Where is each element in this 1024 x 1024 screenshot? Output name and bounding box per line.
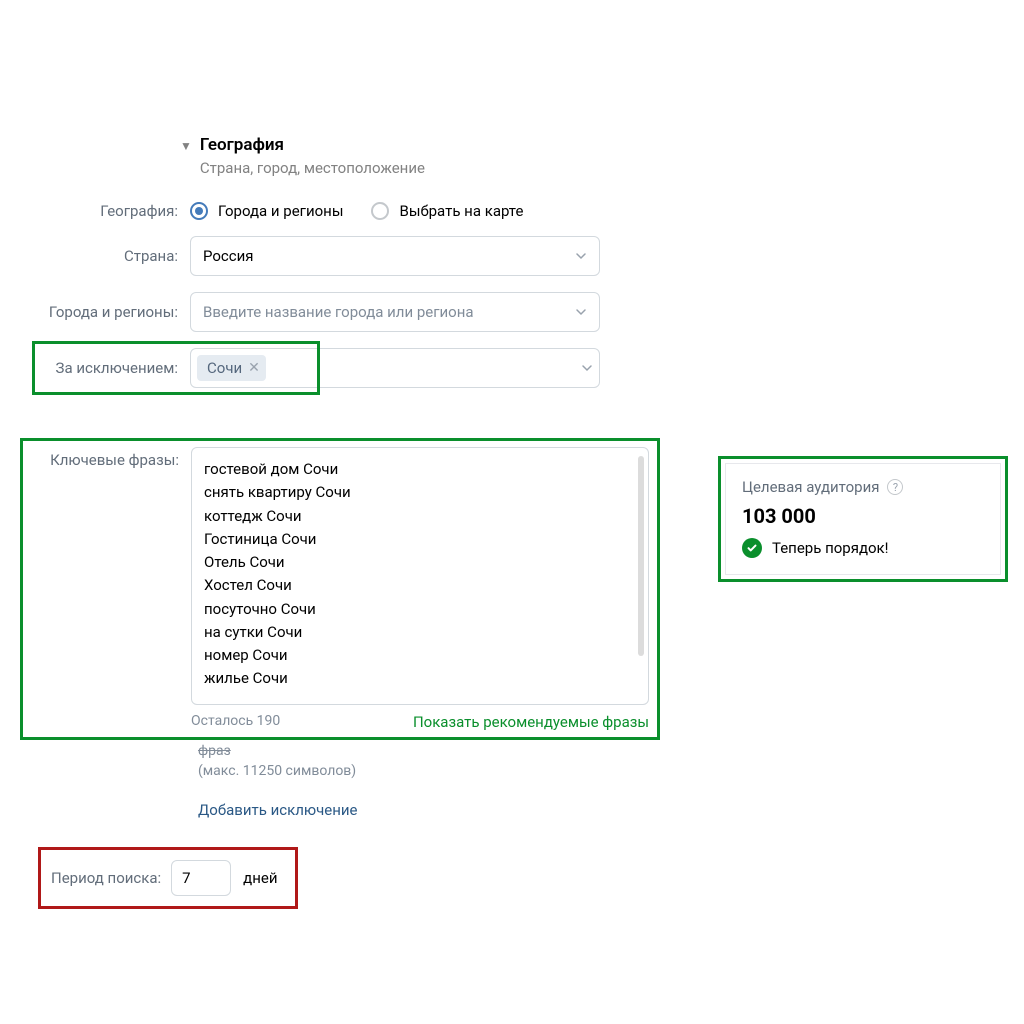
country-value: Россия [203,247,254,265]
help-icon[interactable]: ? [887,479,903,495]
label-except: За исключением: [20,359,190,377]
keyword-line: жилье Сочи [204,667,636,690]
exclude-tag[interactable]: Сочи ✕ [197,355,266,381]
period-row: Период поиска: 7 дней [38,847,298,909]
country-select[interactable]: Россия [190,236,600,276]
audience-count: 103 000 [742,504,984,528]
keyword-line: коттедж Сочи [204,505,636,528]
keyword-line: гостевой дом Сочи [204,458,636,481]
keywords-struck: фраз [198,743,231,759]
keyword-line: Хостел Сочи [204,574,636,597]
chevron-down-icon [581,362,593,374]
audience-panel: Целевая аудитория ? 103 000 Теперь поряд… [718,456,1008,582]
label-country: Страна: [20,247,190,265]
radio-icon [190,202,208,220]
radio-on-map-label: Выбрать на карте [399,202,523,220]
period-value: 7 [182,869,190,887]
radio-on-map[interactable]: Выбрать на карте [371,202,523,220]
keyword-line: Отель Сочи [204,551,636,574]
period-input[interactable]: 7 [171,860,231,896]
exclude-field[interactable]: Сочи ✕ [190,348,600,388]
cities-select[interactable]: Введите название города или региона [190,292,600,332]
keywords-block: Ключевые фразы: гостевой дом Сочиснять к… [20,438,660,740]
keywords-textarea[interactable]: гостевой дом Сочиснять квартиру Сочикотт… [191,447,649,705]
add-exclusion-link[interactable]: Добавить исключение [198,801,660,819]
label-geography: География: [20,202,190,220]
keyword-line: снять квартиру Сочи [204,481,636,504]
audience-status-text: Теперь порядок! [772,539,889,557]
collapse-caret-icon[interactable]: ▼ [180,139,192,153]
keywords-max: (макс. 11250 символов) [198,763,356,779]
check-icon [742,538,762,558]
radio-cities-regions[interactable]: Города и регионы [190,202,343,220]
chevron-down-icon [575,306,587,318]
keyword-line: номер Сочи [204,644,636,667]
label-period: Период поиска: [51,869,161,887]
scrollbar[interactable] [638,456,644,656]
keyword-line: посуточно Сочи [204,598,636,621]
close-icon[interactable]: ✕ [248,360,260,376]
keywords-remaining: Осталось 190 [191,713,280,729]
chevron-down-icon [575,250,587,262]
show-recommended-link[interactable]: Показать рекомендуемые фразы [413,713,649,731]
period-unit: дней [243,869,277,887]
keyword-line: на сутки Сочи [204,621,636,644]
radio-cities-regions-label: Города и регионы [218,202,343,220]
label-cities: Города и регионы: [20,303,190,321]
exclude-tag-label: Сочи [207,359,242,377]
cities-placeholder: Введите название города или региона [203,303,474,321]
audience-title: Целевая аудитория [742,478,879,496]
label-keywords: Ключевые фразы: [23,441,191,737]
section-title: География [200,135,425,155]
keyword-line: Гостиница Сочи [204,528,636,551]
radio-icon [371,202,389,220]
section-subtitle: Страна, город, местоположение [200,159,425,177]
